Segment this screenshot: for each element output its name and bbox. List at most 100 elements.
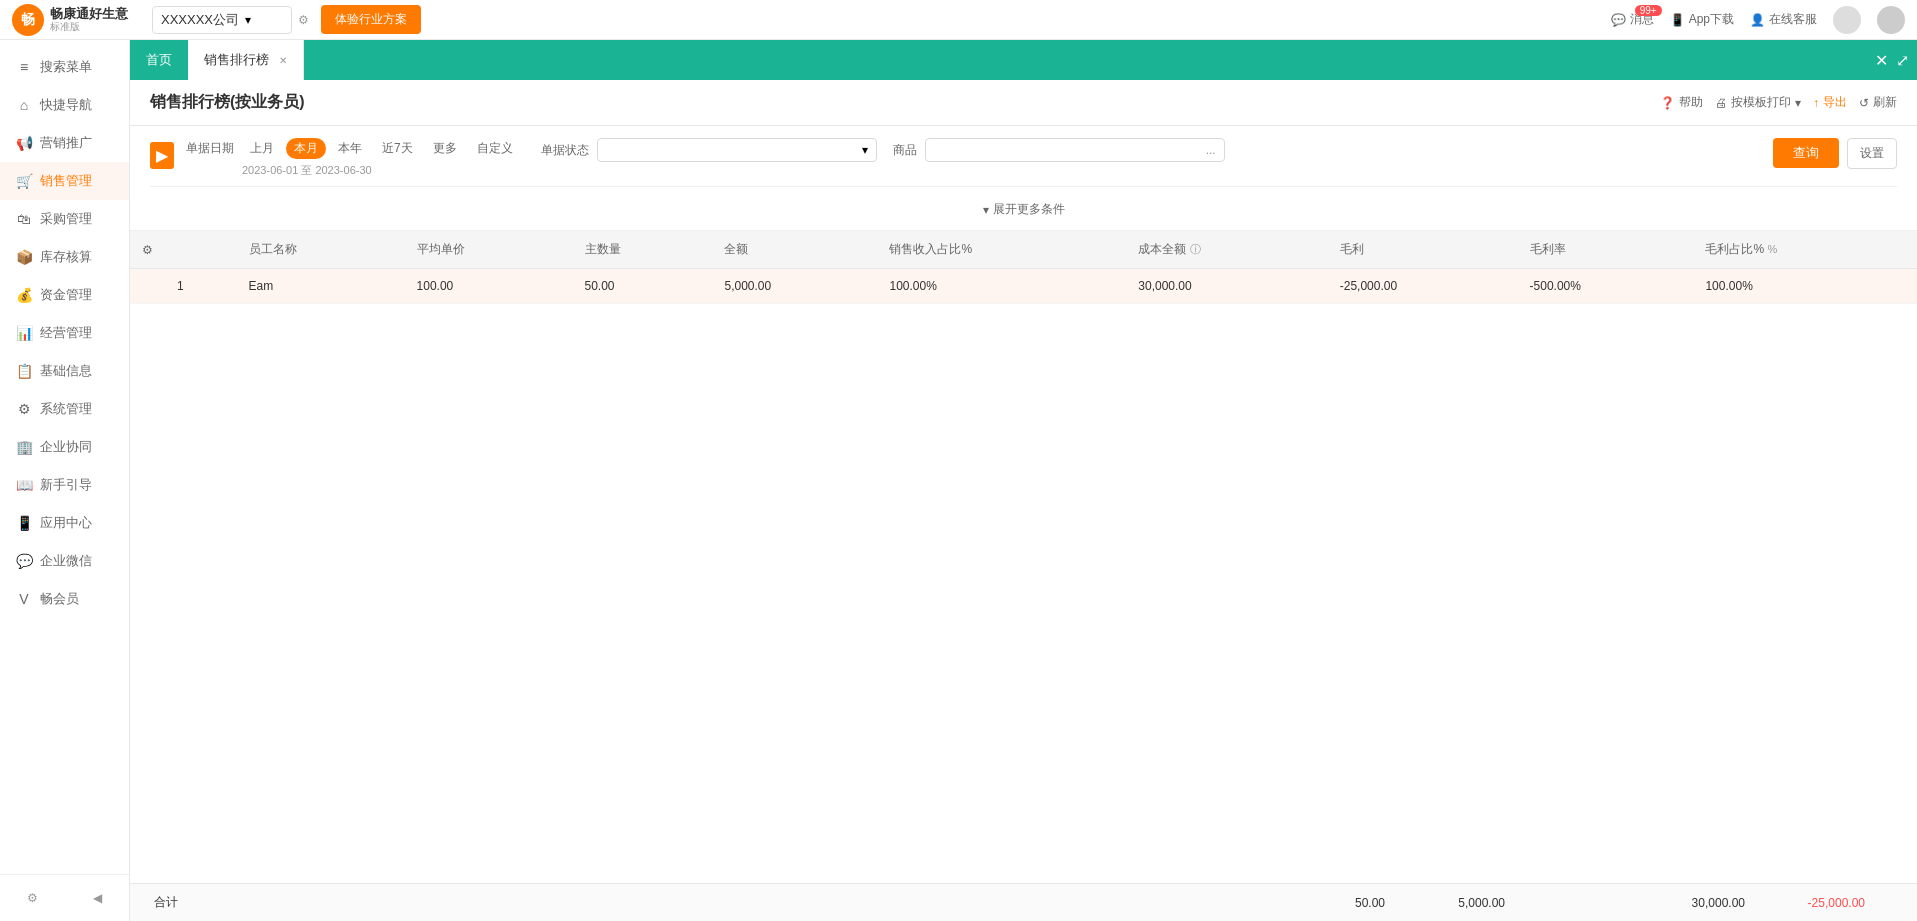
status-dropdown-icon: ▾	[862, 143, 868, 157]
footer-amount: 5,000.00	[1425, 896, 1545, 910]
expand-more-button[interactable]: ▾ 展开更多条件	[983, 201, 1065, 218]
message-button[interactable]: 💬 消息 99+	[1611, 11, 1654, 28]
sidebar-collapse-button[interactable]: ◀	[85, 883, 110, 913]
help-button[interactable]: ❓ 帮助	[1660, 94, 1703, 111]
tab-home[interactable]: 首页	[130, 40, 188, 80]
footer-cost: 30,000.00	[1665, 896, 1785, 910]
status-filter-label: 单据状态	[541, 142, 589, 159]
tab-sales-ranking-label: 销售排行榜	[204, 51, 269, 69]
help-label: 帮助	[1679, 94, 1703, 111]
avatar[interactable]	[1833, 6, 1861, 34]
print-dropdown-icon: ▾	[1795, 96, 1801, 110]
template-print-button[interactable]: 🖨 按模板打印 ▾	[1715, 94, 1801, 111]
row-rank: 1	[165, 269, 237, 304]
logo-icon: 畅	[12, 4, 44, 36]
filter-settings-button[interactable]: 设置	[1847, 138, 1897, 169]
date-pill-this-year[interactable]: 本年	[330, 138, 370, 159]
query-button[interactable]: 查询	[1773, 138, 1839, 168]
sidebar-label-wecom: 企业微信	[40, 552, 92, 570]
sidebar-item-guide[interactable]: 📖 新手引导	[0, 466, 129, 504]
tab-expand-icon[interactable]: ⤢	[1896, 51, 1909, 70]
footer-qty: 50.00	[1305, 896, 1425, 910]
message-badge: 99+	[1635, 5, 1662, 16]
search-icon: ≡	[16, 59, 32, 75]
sidebar-label-membership: 畅会员	[40, 590, 79, 608]
company-name: XXXXXX公司	[161, 11, 239, 29]
company-selector[interactable]: XXXXXX公司 ▾	[152, 6, 292, 34]
col-header-profit-rate: 毛利率	[1518, 231, 1694, 269]
sidebar-item-marketing[interactable]: 📢 营销推广	[0, 124, 129, 162]
sidebar-item-appstore[interactable]: 📱 应用中心	[0, 504, 129, 542]
sidebar-label-marketing: 营销推广	[40, 134, 92, 152]
date-pill-last-month[interactable]: 上月	[242, 138, 282, 159]
goods-more-icon[interactable]: ...	[1206, 143, 1216, 157]
footer-label: 合计	[142, 894, 262, 911]
sidebar-item-inventory[interactable]: 📦 库存核算	[0, 238, 129, 276]
sidebar-label-quick-nav: 快捷导航	[40, 96, 92, 114]
refresh-button[interactable]: ↺ 刷新	[1859, 94, 1897, 111]
guide-icon: 📖	[16, 477, 32, 493]
app-download-button[interactable]: 📱 App下载	[1670, 11, 1734, 28]
goods-select[interactable]: ...	[925, 138, 1225, 162]
help-icon: ❓	[1660, 96, 1675, 110]
sidebar-item-enterprise[interactable]: 🏢 企业协同	[0, 428, 129, 466]
tab-close-icon[interactable]: ✕	[279, 55, 287, 66]
system-icon: ⚙	[16, 401, 32, 417]
service-icon: 👤	[1750, 13, 1765, 27]
status-select[interactable]: ▾	[597, 138, 877, 162]
basics-icon: 📋	[16, 363, 32, 379]
sidebar-item-sales[interactable]: 🛒 销售管理	[0, 162, 129, 200]
sidebar-item-basics[interactable]: 📋 基础信息	[0, 352, 129, 390]
date-pill-this-month[interactable]: 本月	[286, 138, 326, 159]
col-header-cost: 成本全额 ⓘ	[1126, 231, 1327, 269]
sidebar-item-system[interactable]: ⚙ 系统管理	[0, 390, 129, 428]
row-sales-pct: 100.00%	[877, 269, 1126, 304]
sidebar-item-membership[interactable]: V 畅会员	[0, 580, 129, 618]
membership-icon: V	[16, 591, 32, 607]
tab-close-all-icon[interactable]: ✕	[1875, 51, 1888, 70]
date-pill-7days[interactable]: 近7天	[374, 138, 421, 159]
trial-button[interactable]: 体验行业方案	[321, 5, 421, 34]
col-header-profit: 毛利	[1328, 231, 1518, 269]
tab-bar: 首页 销售排行榜 ✕ ✕ ⤢	[130, 40, 1917, 80]
sidebar-item-purchase[interactable]: 🛍 采购管理	[0, 200, 129, 238]
row-profit-pct: 100.00%	[1693, 269, 1917, 304]
tab-home-label: 首页	[146, 51, 172, 69]
table-footer: 合计 50.00 5,000.00 30,000.00 -25,000.00	[130, 883, 1917, 921]
date-pill-more[interactable]: 更多	[425, 138, 465, 159]
export-label: 导出	[1823, 94, 1847, 111]
sidebar-settings-button[interactable]: ⚙	[19, 883, 46, 913]
sidebar-item-wecom[interactable]: 💬 企业微信	[0, 542, 129, 580]
profit-pct-info-icon[interactable]: %	[1767, 243, 1777, 255]
filter-toggle-icon[interactable]: ▶	[150, 142, 174, 169]
table-row: 1 Eam 100.00 50.00 5,000.00 100.00% 30,0…	[130, 269, 1917, 304]
filter-area: ▶ 单据日期 上月 本月 本年 近7天	[130, 126, 1917, 231]
tab-sales-ranking[interactable]: 销售排行榜 ✕	[188, 40, 304, 80]
sidebar-label-guide: 新手引导	[40, 476, 92, 494]
cost-info-icon[interactable]: ⓘ	[1190, 243, 1201, 255]
date-pill-custom[interactable]: 自定义	[469, 138, 521, 159]
col-header-settings[interactable]: ⚙	[130, 231, 165, 269]
data-table: ⚙ 员工名称 平均单价 主数量	[130, 231, 1917, 304]
goods-filter-label: 商品	[893, 142, 917, 159]
filter-date-item: 单据日期 上月 本月 本年 近7天 更多 自定义	[186, 138, 521, 159]
online-service-button[interactable]: 👤 在线客服	[1750, 11, 1817, 28]
expand-label: 展开更多条件	[993, 201, 1065, 218]
column-settings-icon[interactable]: ⚙	[142, 243, 153, 257]
sidebar-item-quick-nav[interactable]: ⌂ 快捷导航	[0, 86, 129, 124]
avatar-2[interactable]	[1877, 6, 1905, 34]
settings-icon[interactable]: ⚙	[298, 13, 309, 27]
page-content: 销售排行榜(按业务员) ❓ 帮助 🖨 按模板打印 ▾ ↑	[130, 80, 1917, 921]
sidebar-label-sales: 销售管理	[40, 172, 92, 190]
sidebar-label-operations: 经营管理	[40, 324, 92, 342]
export-button[interactable]: ↑ 导出	[1813, 94, 1847, 111]
row-profit-rate: -500.00%	[1518, 269, 1694, 304]
sidebar-item-search-order[interactable]: ≡ 搜索菜单	[0, 48, 129, 86]
message-icon: 💬	[1611, 13, 1626, 27]
sidebar-label-system: 系统管理	[40, 400, 92, 418]
chevron-down-icon: ▾	[245, 13, 251, 27]
row-name: Eam	[237, 269, 405, 304]
sidebar-item-finance[interactable]: 💰 资金管理	[0, 276, 129, 314]
sidebar-item-operations[interactable]: 📊 经营管理	[0, 314, 129, 352]
page-title: 销售排行榜(按业务员)	[150, 92, 305, 113]
